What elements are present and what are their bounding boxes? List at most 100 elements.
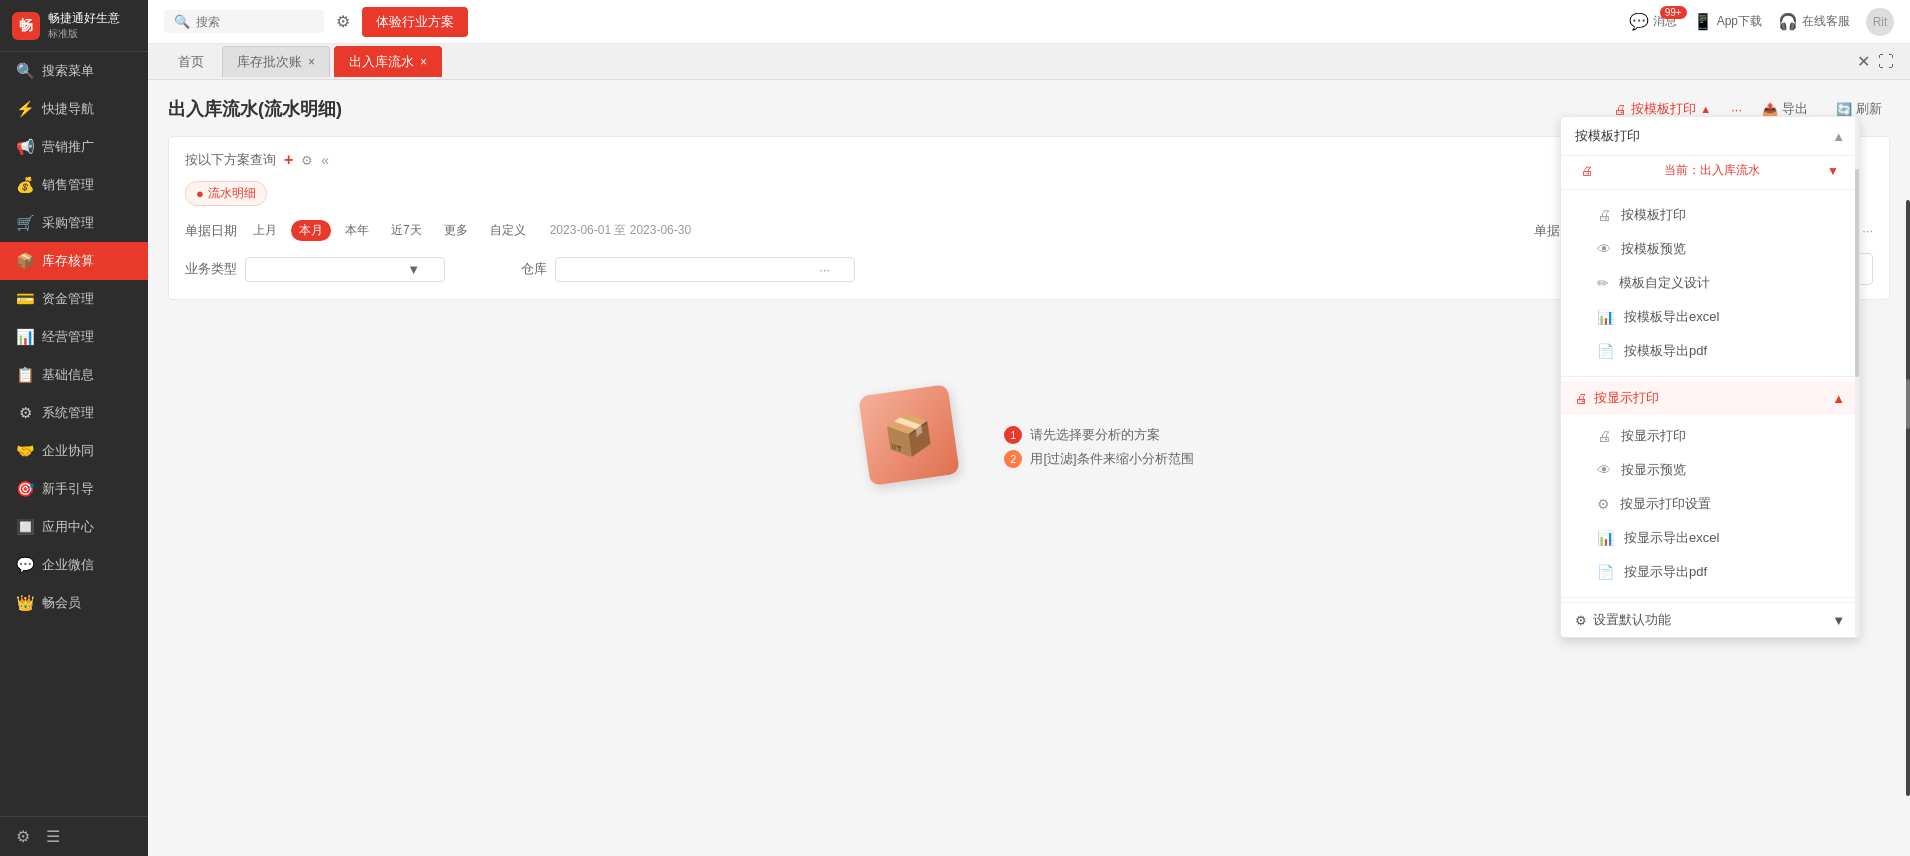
disp-pdf-icon: 📄 bbox=[1597, 564, 1614, 580]
tpl-pdf-icon: 📄 bbox=[1597, 343, 1614, 359]
menu-toggle-icon[interactable]: ☰ bbox=[46, 827, 60, 846]
app-download-button[interactable]: 📱 App下载 bbox=[1693, 12, 1762, 31]
logo-text: 畅捷通好生意 标准版 bbox=[48, 10, 120, 41]
sidebar-item-system[interactable]: ⚙系统管理 bbox=[0, 394, 148, 432]
search-icon: 🔍 bbox=[16, 62, 34, 80]
doc-type-more[interactable]: ··· bbox=[1862, 223, 1873, 238]
export-icon: 📤 bbox=[1762, 102, 1778, 117]
member-icon: 👑 bbox=[16, 594, 34, 612]
warehouse-select[interactable]: ··· bbox=[555, 257, 855, 282]
empty-step-1: 1 请先选择要分析的方案 bbox=[1004, 426, 1193, 444]
window-expand-button[interactable]: ⛶ bbox=[1878, 53, 1894, 71]
disp-settings-icon: ⚙ bbox=[1597, 496, 1610, 512]
topbar-gear-icon[interactable]: ⚙ bbox=[336, 12, 350, 31]
sidebar-item-inventory[interactable]: 📦 库存核算 bbox=[0, 242, 148, 280]
template-customize-item[interactable]: ✏ 模板自定义设计 bbox=[1561, 266, 1859, 300]
batch-tab-label: 库存批次账 bbox=[237, 53, 302, 71]
date-tab-this-year[interactable]: 本年 bbox=[337, 220, 377, 241]
display-preview-item[interactable]: 👁 按显示预览 bbox=[1561, 453, 1859, 487]
disp-preview-label: 按显示预览 bbox=[1621, 461, 1686, 479]
message-icon: 💬 bbox=[1629, 12, 1649, 31]
headset-icon: 🎧 bbox=[1778, 12, 1798, 31]
tab-flow-close[interactable]: × bbox=[420, 55, 427, 69]
empty-step-2: 2 用[过滤]条件来缩小分析范围 bbox=[1004, 450, 1193, 468]
more-dots[interactable]: ··· bbox=[1731, 102, 1742, 117]
disp-settings-label: 按显示打印设置 bbox=[1620, 495, 1711, 513]
disp-pdf-label: 按显示导出pdf bbox=[1624, 563, 1707, 581]
tab-home[interactable]: 首页 bbox=[164, 47, 218, 77]
inventory-icon: 📦 bbox=[16, 252, 34, 270]
avatar-text: Rit bbox=[1873, 15, 1888, 29]
tab-batch-account[interactable]: 库存批次账 × bbox=[222, 46, 330, 77]
message-button[interactable]: 💬 消息 99+ bbox=[1629, 12, 1677, 31]
tab-batch-close[interactable]: × bbox=[308, 55, 315, 69]
active-filter-tag[interactable]: ● 流水明细 bbox=[185, 181, 267, 206]
app-label: App下载 bbox=[1717, 13, 1762, 30]
display-print-item[interactable]: 🖨 按显示打印 bbox=[1561, 419, 1859, 453]
print-icon: 🖨 bbox=[1614, 102, 1627, 117]
sidebar-item-collab[interactable]: 🤝企业协同 bbox=[0, 432, 148, 470]
display-settings-item[interactable]: ⚙ 按显示打印设置 bbox=[1561, 487, 1859, 521]
date-tab-this-month[interactable]: 本月 bbox=[291, 220, 331, 241]
sidebar-label-finance: 资金管理 bbox=[42, 290, 94, 308]
sidebar-bottom: ⚙ ☰ bbox=[0, 816, 148, 856]
sidebar-item-shortcuts[interactable]: ⚡快捷导航 bbox=[0, 90, 148, 128]
template-preview-item[interactable]: 👁 按模板预览 bbox=[1561, 232, 1859, 266]
display-section-header[interactable]: 🖨 按显示打印 ▲ bbox=[1561, 381, 1859, 415]
date-tab-7days[interactable]: 近7天 bbox=[383, 220, 430, 241]
display-excel-item[interactable]: 📊 按显示导出excel bbox=[1561, 521, 1859, 555]
date-tab-more[interactable]: 更多 bbox=[436, 220, 476, 241]
apps-icon: 🔲 bbox=[16, 518, 34, 536]
guide-icon: 🎯 bbox=[16, 480, 34, 498]
date-filter-field: 单据日期 上月 本月 本年 近7天 更多 自定义 2023-06-01 至 20… bbox=[185, 220, 691, 241]
disp-preview-icon: 👁 bbox=[1597, 462, 1611, 478]
sidebar-item-marketing[interactable]: 📢营销推广 bbox=[0, 128, 148, 166]
sidebar: 畅 畅捷通好生意 标准版 🔍搜索菜单⚡快捷导航📢营销推广💰销售管理🛒采购管理📦库… bbox=[0, 0, 148, 856]
tpl-preview-icon: 👁 bbox=[1597, 241, 1611, 257]
service-label: 在线客服 bbox=[1802, 13, 1850, 30]
sidebar-item-wechat[interactable]: 💬企业微信 bbox=[0, 546, 148, 584]
sidebar-item-finance[interactable]: 💳资金管理 bbox=[0, 280, 148, 318]
sidebar-item-guide[interactable]: 🎯新手引导 bbox=[0, 470, 148, 508]
date-tab-last-month[interactable]: 上月 bbox=[245, 220, 285, 241]
display-pdf-item[interactable]: 📄 按显示导出pdf bbox=[1561, 555, 1859, 589]
shortcuts-icon: ⚡ bbox=[16, 100, 34, 118]
tpl-print-label: 按模板打印 bbox=[1621, 206, 1686, 224]
settings-icon[interactable]: ⚙ bbox=[16, 827, 30, 846]
biz-type-select[interactable]: ▼ bbox=[245, 257, 445, 282]
sidebar-item-basic[interactable]: 📋基础信息 bbox=[0, 356, 148, 394]
date-range-text: 2023-06-01 至 2023-06-30 bbox=[550, 222, 691, 239]
sidebar-label-apps: 应用中心 bbox=[42, 518, 94, 536]
filter-add-icon[interactable]: + bbox=[284, 151, 293, 169]
search-box[interactable]: 🔍 bbox=[164, 10, 324, 33]
tpl-customize-label: 模板自定义设计 bbox=[1619, 274, 1710, 292]
dropdown-scrollbar[interactable] bbox=[1855, 117, 1859, 637]
biz-type-field: 业务类型 ▼ bbox=[185, 257, 445, 282]
template-pdf-item[interactable]: 📄 按模板导出pdf bbox=[1561, 334, 1859, 368]
warehouse-more[interactable]: ··· bbox=[819, 262, 830, 277]
filter-gear-icon[interactable]: ⚙ bbox=[301, 153, 313, 168]
sidebar-item-sales[interactable]: 💰销售管理 bbox=[0, 166, 148, 204]
sidebar-item-search[interactable]: 🔍搜索菜单 bbox=[0, 52, 148, 90]
sidebar-item-member[interactable]: 👑畅会员 bbox=[0, 584, 148, 622]
search-input[interactable] bbox=[196, 15, 296, 29]
dropdown-current[interactable]: 🖨 当前：出入库流水 ▼ bbox=[1561, 156, 1859, 185]
sidebar-item-apps[interactable]: 🔲 应用中心 bbox=[0, 508, 148, 546]
trial-button[interactable]: 体验行业方案 bbox=[362, 7, 468, 37]
purchase-icon: 🛒 bbox=[16, 214, 34, 232]
dropdown-header-chevron[interactable]: ▲ bbox=[1832, 129, 1845, 144]
dropdown-footer[interactable]: ⚙ 设置默认功能 ▼ bbox=[1561, 602, 1859, 637]
display-section-chevron: ▲ bbox=[1832, 391, 1845, 406]
display-section-label: 按显示打印 bbox=[1594, 389, 1659, 407]
template-excel-item[interactable]: 📊 按模板导出excel bbox=[1561, 300, 1859, 334]
user-avatar[interactable]: Rit bbox=[1866, 8, 1894, 36]
sidebar-item-operations[interactable]: 📊经营管理 bbox=[0, 318, 148, 356]
sidebar-item-purchase[interactable]: 🛒采购管理 bbox=[0, 204, 148, 242]
service-button[interactable]: 🎧 在线客服 bbox=[1778, 12, 1850, 31]
window-close-button[interactable]: ✕ bbox=[1857, 52, 1870, 71]
date-tab-custom[interactable]: 自定义 bbox=[482, 220, 534, 241]
sidebar-label-inventory: 库存核算 bbox=[42, 252, 94, 270]
filter-collapse-icon[interactable]: « bbox=[321, 152, 329, 168]
tab-flow[interactable]: 出入库流水 × bbox=[334, 46, 442, 77]
template-print-item[interactable]: 🖨 按模板打印 bbox=[1561, 198, 1859, 232]
